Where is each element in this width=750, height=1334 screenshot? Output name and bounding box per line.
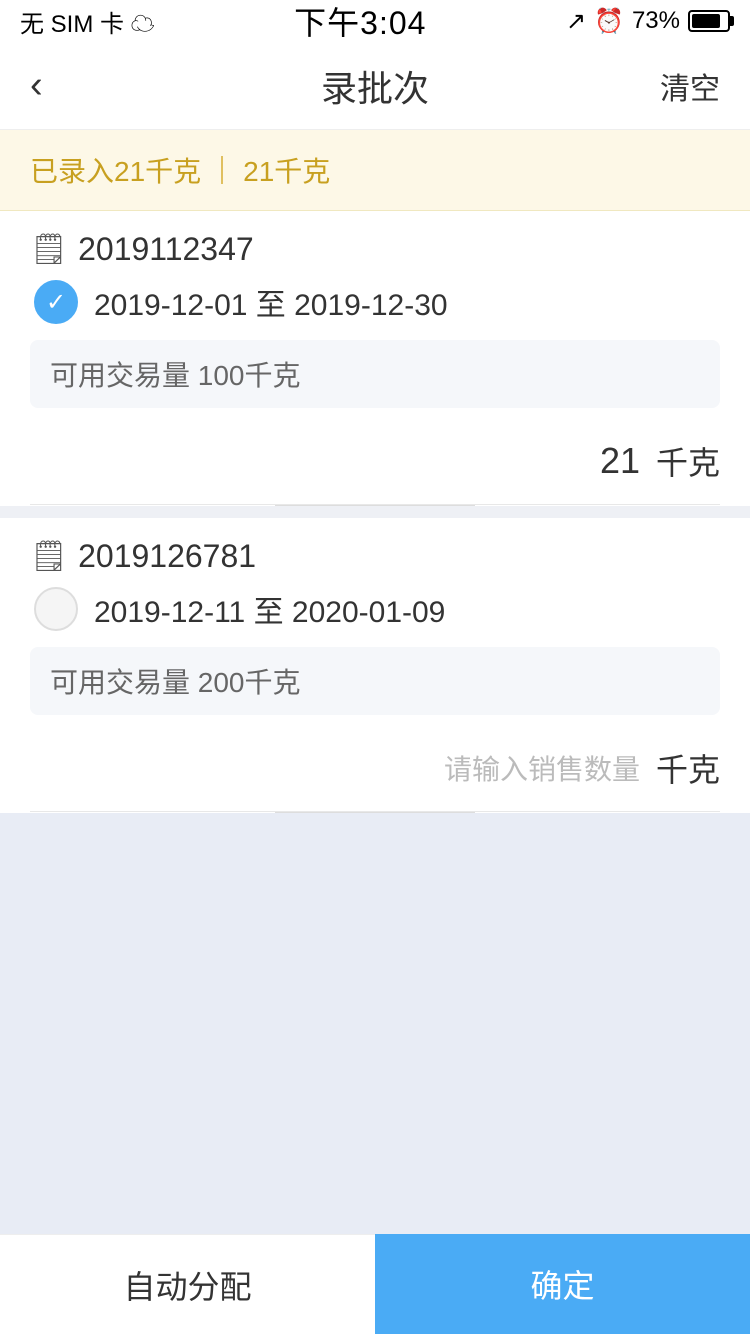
section-separator [0, 506, 750, 518]
batch-header-1: 🗒 2019112347 [30, 231, 720, 268]
nav-bar: ‹ 录批次 清空 [0, 42, 750, 130]
status-left: 无 SIM 卡 ☁ [20, 4, 155, 39]
batch-date-1: 2019-12-01 至 2019-12-30 [94, 280, 448, 324]
batch-icon-2: 🗒 [30, 539, 68, 574]
status-time: 下午3:04 [294, 0, 426, 44]
batch-date-row-2: 2019-12-11 至 2020-01-09 [30, 587, 720, 631]
radio-2[interactable] [34, 587, 78, 631]
batch-id-1: 2019112347 [78, 231, 254, 268]
batch-id-2: 2019126781 [78, 538, 256, 575]
batch-item-2: 🗒 2019126781 2019-12-11 至 2020-01-09 可用交… [0, 518, 750, 813]
info-divider [221, 156, 223, 184]
quantity-row-1: 21 千克 [30, 424, 720, 505]
quantity-placeholder-2: 请输入销售数量 [30, 748, 640, 788]
info-banner: 已录入21千克 21千克 [0, 130, 750, 211]
back-button[interactable]: ‹ [30, 64, 90, 107]
check-icon-1: ✓ [46, 288, 66, 317]
clear-button[interactable]: 清空 [660, 64, 720, 108]
quantity-value-1: 21 [600, 440, 640, 482]
batch-item-1: 🗒 2019112347 ✓ 2019-12-01 至 2019-12-30 可… [0, 211, 750, 506]
location-icon: ↗ [566, 7, 586, 36]
radio-1[interactable]: ✓ [34, 280, 78, 324]
battery-text: 73% [632, 7, 680, 35]
footer: 自动分配 确定 [0, 1234, 750, 1334]
batch-icon-1: 🗒 [30, 232, 68, 267]
auto-distribute-button[interactable]: 自动分配 [0, 1234, 375, 1334]
status-bar: 无 SIM 卡 ☁ 下午3:04 ↗ ⏰ 73% [0, 0, 750, 42]
no-sim-text: 无 SIM 卡 ☁ [20, 4, 155, 39]
batch-header-2: 🗒 2019126781 [30, 538, 720, 575]
quantity-unit-1: 千克 [656, 438, 720, 484]
recorded-label: 已录入21千克 [30, 150, 201, 190]
quantity-row-2: 请输入销售数量 千克 [30, 731, 720, 812]
recorded-value: 21千克 [243, 150, 330, 190]
battery-icon [688, 10, 730, 32]
alarm-icon: ⏰ [594, 7, 624, 36]
quantity-unit-2: 千克 [656, 745, 720, 791]
available-qty-2: 可用交易量 200千克 [30, 647, 720, 715]
batch-date-2: 2019-12-11 至 2020-01-09 [94, 587, 445, 631]
confirm-button[interactable]: 确定 [375, 1234, 750, 1334]
page-title: 录批次 [321, 60, 429, 112]
status-right: ↗ ⏰ 73% [566, 7, 730, 36]
available-qty-1: 可用交易量 100千克 [30, 340, 720, 408]
batch-date-row-1: ✓ 2019-12-01 至 2019-12-30 [30, 280, 720, 324]
